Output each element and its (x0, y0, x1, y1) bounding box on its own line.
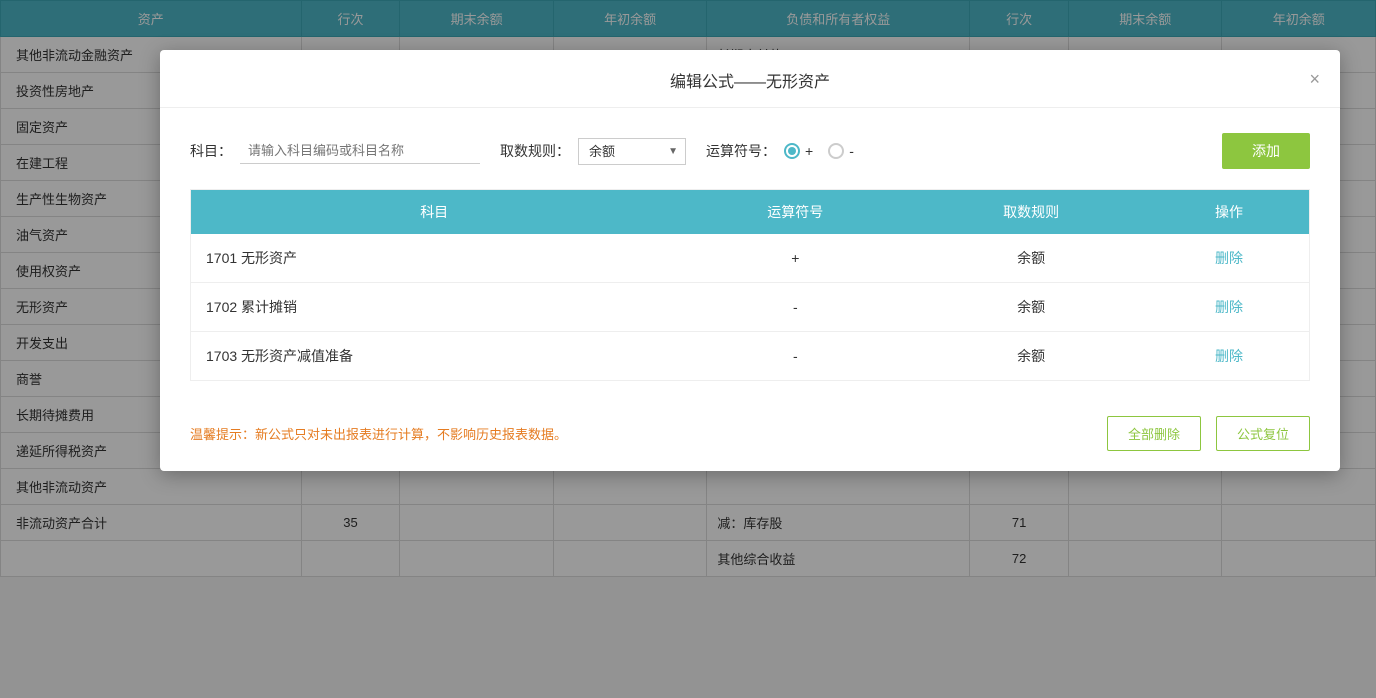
delete-row-button[interactable]: 删除 (1215, 248, 1243, 268)
delete-row-button[interactable]: 删除 (1215, 297, 1243, 317)
delete-row-button[interactable]: 删除 (1215, 346, 1243, 366)
formula-row: 1702 累计摊销-余额 删除 (191, 283, 1310, 332)
modal-title: 编辑公式——无形资产 (670, 74, 830, 91)
formula-col-header: 科目 (191, 190, 678, 235)
radio-unchecked-icon (828, 143, 844, 159)
operator-minus-radio[interactable]: - (828, 143, 854, 159)
operator-label: 运算符号： (706, 141, 776, 161)
close-button[interactable]: × (1309, 70, 1320, 88)
formula-col-header: 操作 (1149, 190, 1309, 235)
rule-select-wrap: 余额 借方发生额 贷方发生额 ▼ (578, 138, 686, 165)
formula-col-header: 运算符号 (677, 190, 913, 235)
rule-group: 取数规则： 余额 借方发生额 贷方发生额 ▼ (500, 138, 686, 165)
formula-rule: 余额 (913, 332, 1149, 381)
operator-group: 运算符号： + - (706, 141, 854, 161)
formula-row: 1701 无形资产+余额 删除 (191, 234, 1310, 283)
formula-action: 删除 (1149, 234, 1309, 283)
modal-footer: 温馨提示：新公式只对未出报表进行计算，不影响历史报表数据。 全部删除 公式复位 (160, 401, 1340, 471)
formula-subject: 1703 无形资产减值准备 (191, 332, 678, 381)
formula-rule: 余额 (913, 234, 1149, 283)
footer-buttons: 全部删除 公式复位 (1107, 416, 1310, 451)
formula-operator: + (677, 234, 913, 283)
subject-input[interactable] (240, 138, 480, 164)
formula-operator: - (677, 283, 913, 332)
operator-plus-label: + (805, 143, 813, 159)
subject-group: 科目： (190, 138, 480, 164)
delete-all-button[interactable]: 全部删除 (1107, 416, 1201, 451)
formula-rule: 余额 (913, 283, 1149, 332)
operator-minus-label: - (849, 143, 854, 159)
formula-action: 删除 (1149, 332, 1309, 381)
formula-subject: 1702 累计摊销 (191, 283, 678, 332)
radio-checked-icon (784, 143, 800, 159)
formula-table: 科目运算符号取数规则操作 1701 无形资产+余额删除1702 累计摊销-余额删… (190, 189, 1310, 381)
operator-radio-group: + - (784, 143, 854, 159)
add-button[interactable]: 添加 (1222, 133, 1310, 169)
formula-row: 1703 无形资产减值准备-余额 删除 (191, 332, 1310, 381)
formula-subject: 1701 无形资产 (191, 234, 678, 283)
modal-header: 编辑公式——无形资产 × (160, 50, 1340, 108)
formula-col-header: 取数规则 (913, 190, 1149, 235)
modal-body: 科目： 取数规则： 余额 借方发生额 贷方发生额 ▼ 运算符号： (160, 108, 1340, 401)
hint-text: 温馨提示：新公式只对未出报表进行计算，不影响历史报表数据。 (190, 424, 567, 443)
rule-select[interactable]: 余额 借方发生额 贷方发生额 (578, 138, 686, 165)
subject-label: 科目： (190, 141, 232, 161)
formula-operator: - (677, 332, 913, 381)
reset-formula-button[interactable]: 公式复位 (1216, 416, 1310, 451)
rule-label: 取数规则： (500, 141, 570, 161)
operator-plus-radio[interactable]: + (784, 143, 813, 159)
edit-formula-modal: 编辑公式——无形资产 × 科目： 取数规则： 余额 借方发生额 贷方发生额 ▼ (160, 50, 1340, 471)
formula-action: 删除 (1149, 283, 1309, 332)
formula-form: 科目： 取数规则： 余额 借方发生额 贷方发生额 ▼ 运算符号： (190, 133, 1310, 169)
